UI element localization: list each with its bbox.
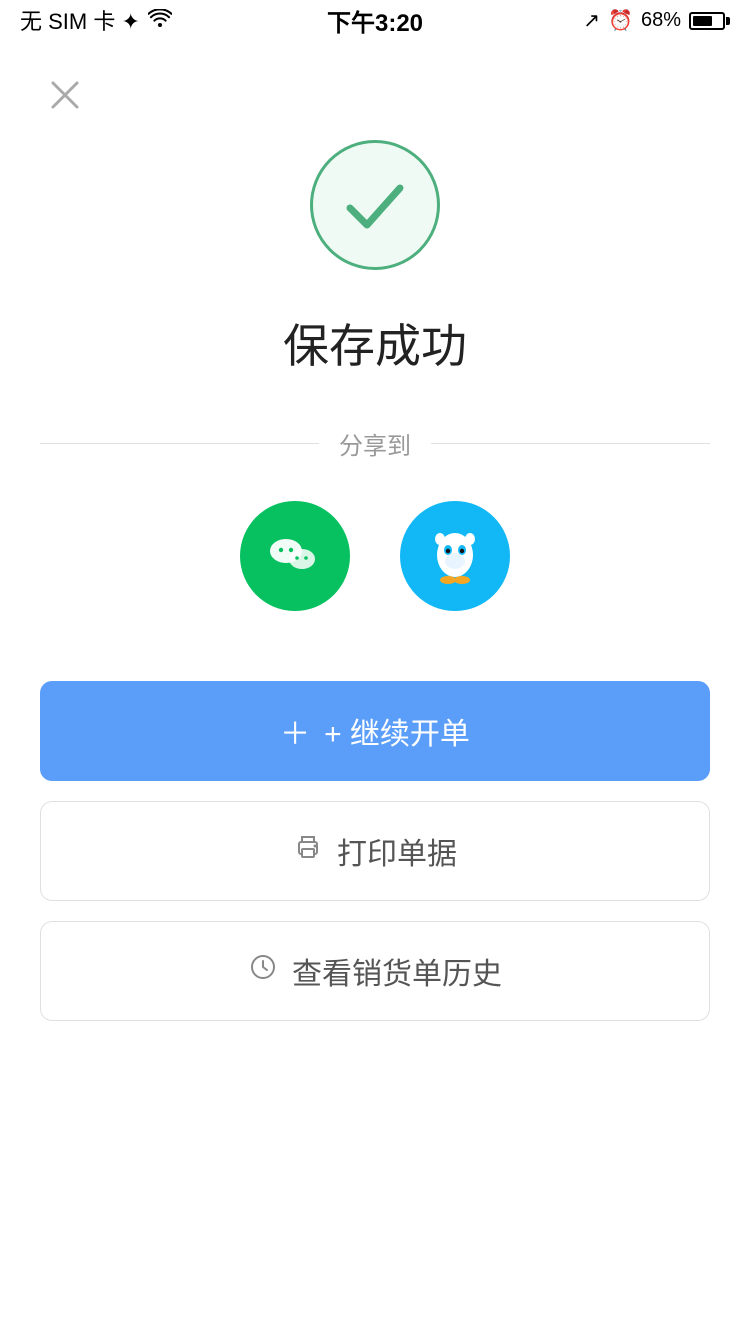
status-right: ↗ ⏰ 68%	[583, 8, 730, 33]
battery-icon	[689, 9, 730, 32]
location-icon: ↗	[583, 8, 600, 33]
printer-icon	[293, 832, 323, 870]
history-button[interactable]: 查看销货单历史	[40, 921, 710, 1021]
action-buttons: ＋ + 继续开单 打印单据 查看销货单历	[40, 681, 710, 1021]
share-qq-button[interactable]	[400, 501, 510, 611]
share-wechat-button[interactable]	[240, 501, 350, 611]
share-divider: 分享到	[40, 426, 710, 461]
continue-button[interactable]: ＋ + 继续开单	[40, 681, 710, 781]
wifi-icon	[148, 7, 172, 33]
status-bar: 无 SIM 卡 ✦ 下午3:20 ↗ ⏰ 68%	[0, 0, 750, 40]
history-label: 查看销货单历史	[292, 949, 502, 993]
clock-icon	[248, 952, 278, 990]
alarm-icon: ⏰	[608, 8, 633, 33]
status-left: 无 SIM 卡 ✦	[20, 4, 172, 36]
continue-label: + 继续开单	[324, 709, 470, 753]
print-label: 打印单据	[337, 829, 457, 873]
battery-percent: 68%	[641, 9, 681, 32]
close-button[interactable]	[40, 70, 90, 120]
no-sim-label: 无 SIM 卡 ✦	[20, 4, 140, 36]
success-icon-circle	[310, 140, 440, 270]
print-button[interactable]: 打印单据	[40, 801, 710, 901]
share-label: 分享到	[339, 426, 411, 461]
plus-icon: ＋	[280, 709, 310, 753]
main-content: 保存成功 分享到	[0, 40, 750, 1334]
success-title: 保存成功	[283, 310, 467, 376]
share-icons-row	[240, 501, 510, 611]
status-time: 下午3:20	[327, 3, 423, 38]
